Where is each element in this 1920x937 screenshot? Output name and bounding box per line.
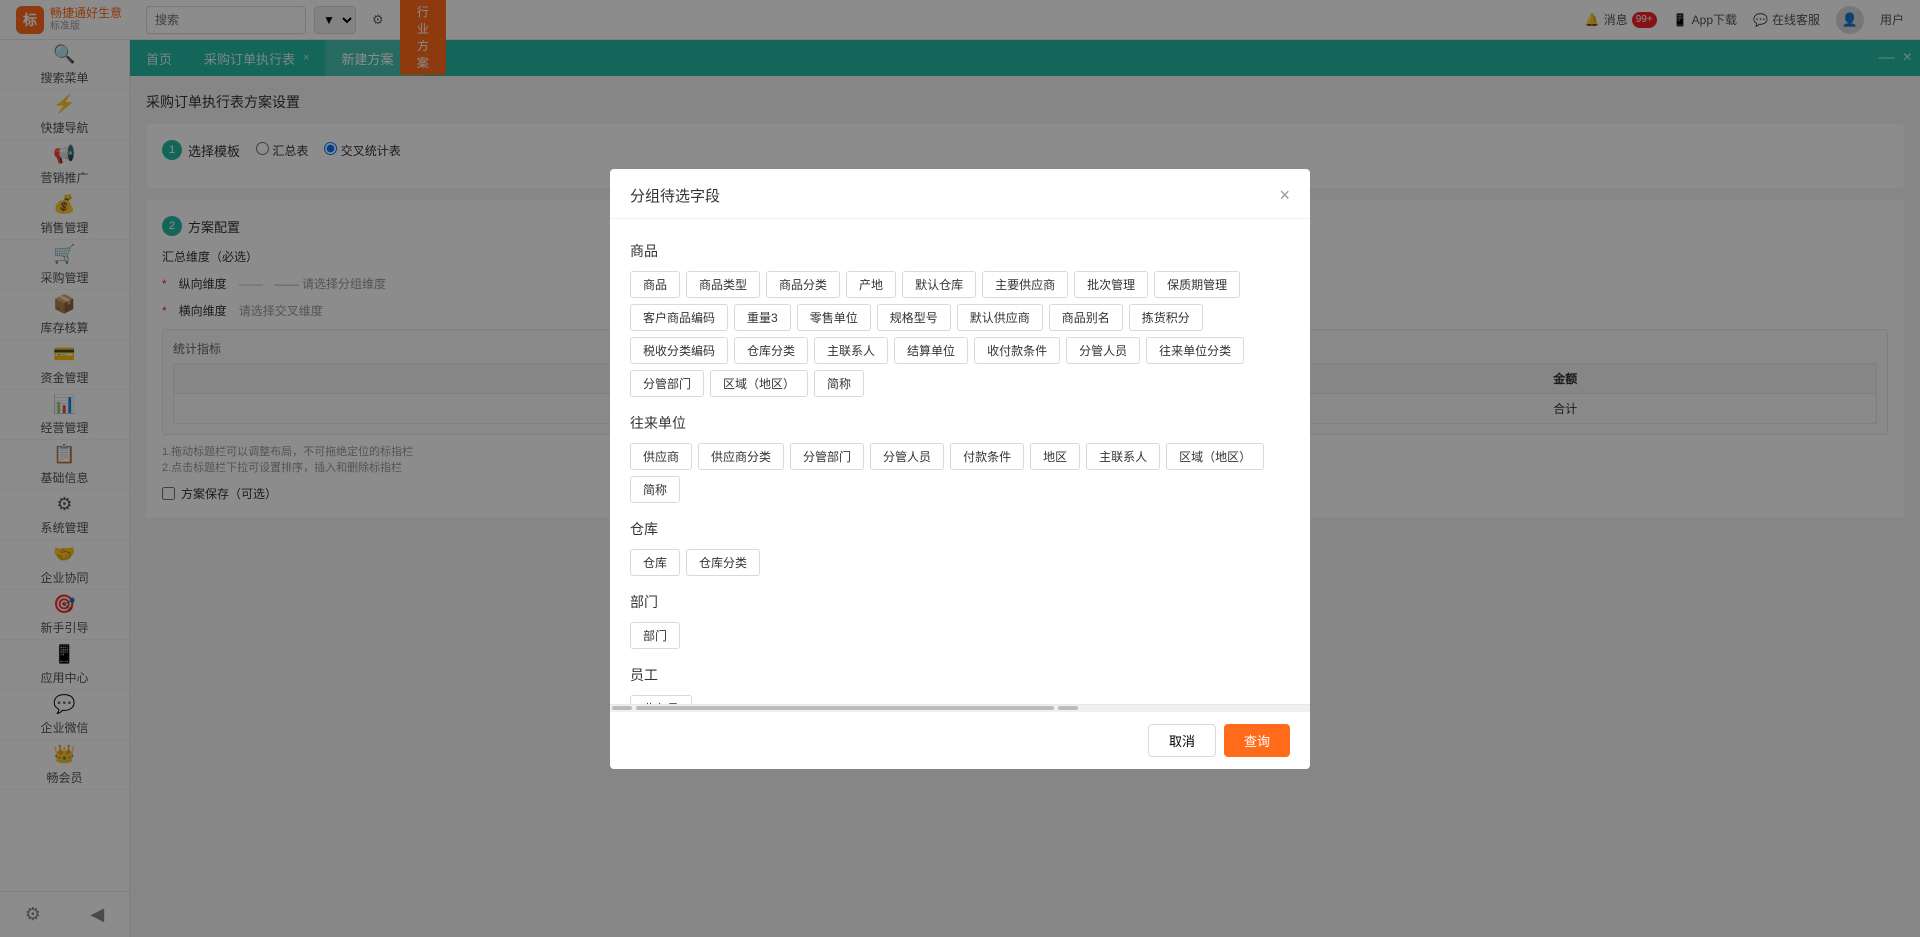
modal-confirm-btn[interactable]: 查询 [1224,724,1290,757]
modal-cancel-btn[interactable]: 取消 [1148,724,1216,757]
field-group-title-4: 员工 [630,665,1290,685]
field-chip-1-7[interactable]: 区域（地区） [1166,443,1264,470]
modal-body: 商品商品商品类型商品分类产地默认仓库主要供应商批次管理保质期管理客户商品编码重量… [610,219,1310,704]
field-chip-0-21[interactable]: 往来单位分类 [1146,337,1244,364]
field-chip-0-12[interactable]: 默认供应商 [957,304,1043,331]
field-chip-0-13[interactable]: 商品别名 [1049,304,1123,331]
field-chip-0-10[interactable]: 零售单位 [797,304,871,331]
field-chip-2-1[interactable]: 仓库分类 [686,549,760,576]
field-chip-0-15[interactable]: 税收分类编码 [630,337,728,364]
field-group-0: 商品商品商品类型商品分类产地默认仓库主要供应商批次管理保质期管理客户商品编码重量… [630,241,1290,397]
field-chip-0-7[interactable]: 保质期管理 [1154,271,1240,298]
field-chip-1-8[interactable]: 简称 [630,476,680,503]
field-chip-0-22[interactable]: 分管部门 [630,370,704,397]
field-chip-0-11[interactable]: 规格型号 [877,304,951,331]
field-chips-0: 商品商品类型商品分类产地默认仓库主要供应商批次管理保质期管理客户商品编码重量3零… [630,271,1290,397]
field-chip-1-3[interactable]: 分管人员 [870,443,944,470]
modal-close-btn[interactable]: × [1279,185,1290,206]
field-group-1: 往来单位供应商供应商分类分管部门分管人员付款条件地区主联系人区域（地区） 简称 [630,413,1290,503]
field-chip-0-24[interactable]: 简称 [814,370,864,397]
field-chip-0-19[interactable]: 收付款条件 [974,337,1060,364]
field-group-title-3: 部门 [630,592,1290,612]
field-chip-0-18[interactable]: 结算单位 [894,337,968,364]
field-chip-0-23[interactable]: 区域（地区） [710,370,808,397]
field-chip-0-3[interactable]: 产地 [846,271,896,298]
field-chip-1-6[interactable]: 主联系人 [1086,443,1160,470]
field-chip-0-9[interactable]: 重量3 [734,304,791,331]
field-chips-1: 供应商供应商分类分管部门分管人员付款条件地区主联系人区域（地区） 简称 [630,443,1290,503]
field-chip-2-0[interactable]: 仓库 [630,549,680,576]
field-chip-0-2[interactable]: 商品分类 [766,271,840,298]
field-chip-3-0[interactable]: 部门 [630,622,680,649]
modal-overlay: 分组待选字段 × 商品商品商品类型商品分类产地默认仓库主要供应商批次管理保质期管… [0,0,1920,937]
field-chip-4-0[interactable]: 业务员 [630,695,692,704]
field-chip-0-0[interactable]: 商品 [630,271,680,298]
field-chip-0-5[interactable]: 主要供应商 [982,271,1068,298]
field-chip-0-6[interactable]: 批次管理 [1074,271,1148,298]
field-chip-0-16[interactable]: 仓库分类 [734,337,808,364]
field-chip-1-4[interactable]: 付款条件 [950,443,1024,470]
field-chip-0-1[interactable]: 商品类型 [686,271,760,298]
field-chips-2: 仓库仓库分类 [630,549,1290,576]
field-chip-1-5[interactable]: 地区 [1030,443,1080,470]
field-group-4: 员工业务员 [630,665,1290,704]
field-group-title-1: 往来单位 [630,413,1290,433]
field-chips-3: 部门 [630,622,1290,649]
modal-footer: 取消 查询 [610,711,1310,769]
field-chip-1-1[interactable]: 供应商分类 [698,443,784,470]
field-chip-0-14[interactable]: 拣货积分 [1129,304,1203,331]
modal-title: 分组待选字段 [630,185,720,206]
field-group-2: 仓库仓库仓库分类 [630,519,1290,576]
field-chips-4: 业务员 [630,695,1290,704]
field-chip-0-8[interactable]: 客户商品编码 [630,304,728,331]
field-chip-1-2[interactable]: 分管部门 [790,443,864,470]
modal: 分组待选字段 × 商品商品商品类型商品分类产地默认仓库主要供应商批次管理保质期管… [610,169,1310,769]
field-chip-1-0[interactable]: 供应商 [630,443,692,470]
field-group-title-2: 仓库 [630,519,1290,539]
field-group-title-0: 商品 [630,241,1290,261]
modal-header: 分组待选字段 × [610,169,1310,219]
field-chip-0-4[interactable]: 默认仓库 [902,271,976,298]
field-chip-0-17[interactable]: 主联系人 [814,337,888,364]
field-chip-0-20[interactable]: 分管人员 [1066,337,1140,364]
field-group-3: 部门部门 [630,592,1290,649]
